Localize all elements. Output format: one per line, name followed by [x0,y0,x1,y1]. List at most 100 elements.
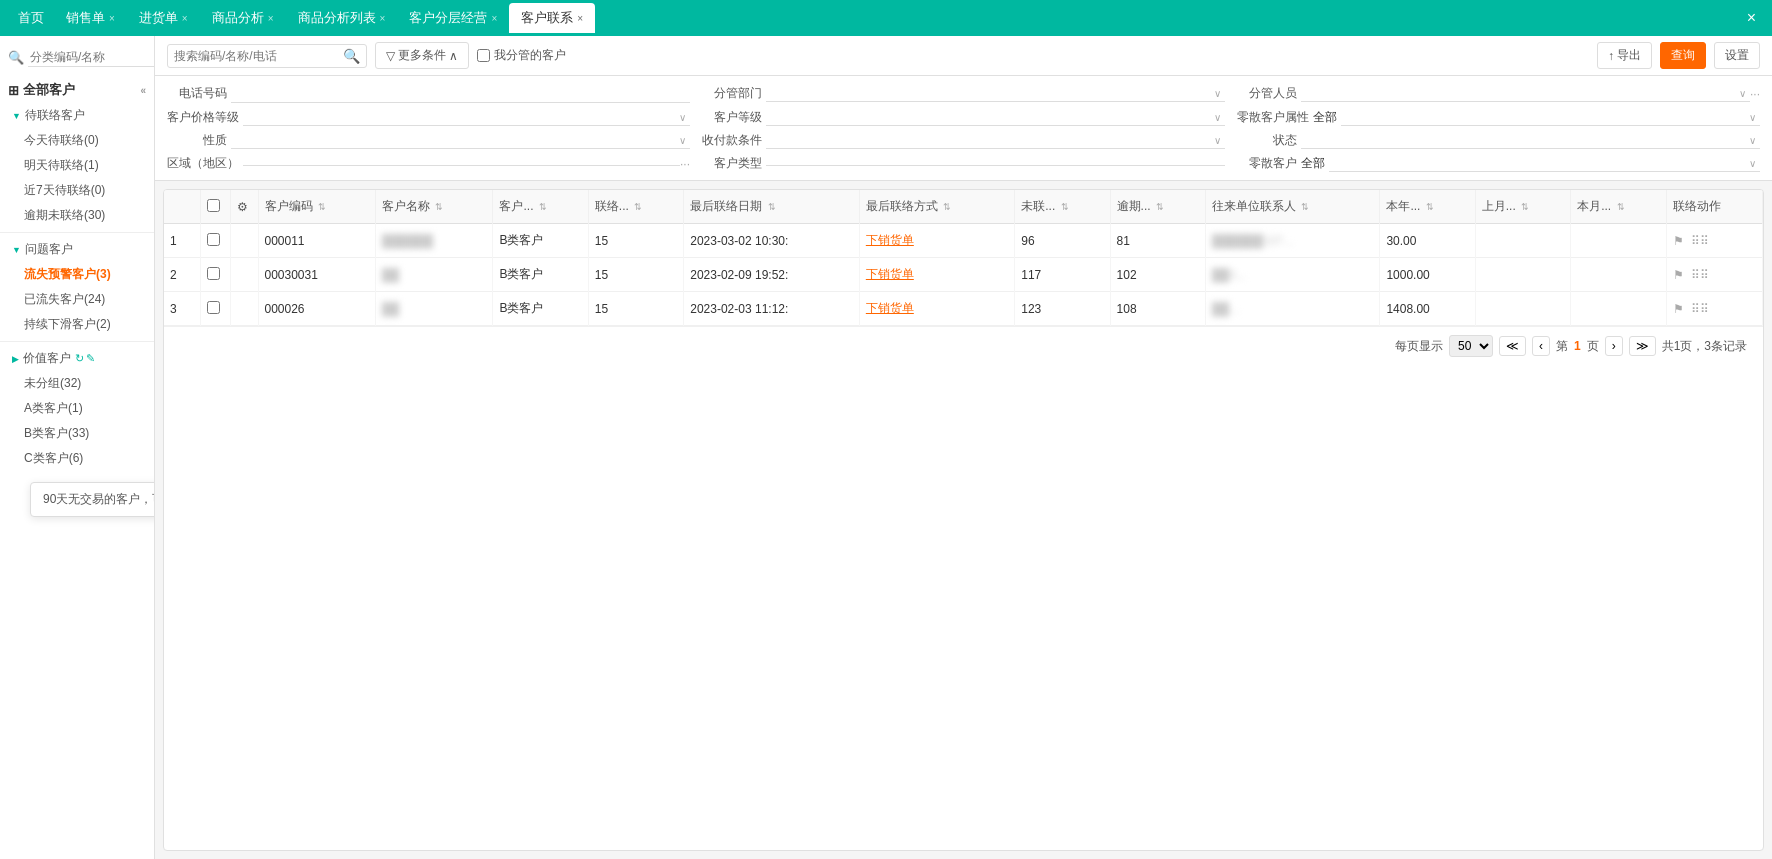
col-settings[interactable]: ⚙ [230,190,258,224]
sort-overdue-icon[interactable]: ⇅ [1156,202,1164,212]
sidebar-item-7days[interactable]: 近7天待联络(0) [0,178,154,203]
row-checkbox[interactable] [207,233,220,246]
region-dots[interactable]: ··· [680,157,690,171]
last-page-btn[interactable]: ≫ [1629,336,1656,356]
tab-customer-tier[interactable]: 客户分层经营 × [397,3,509,33]
sidebar-item-class-a[interactable]: A类客户(1) [0,396,154,421]
action-flag-icon[interactable]: ⚑ [1673,268,1684,282]
data-table-container: ⚙ 客户编码 ⇅ 客户名称 ⇅ 客户... ⇅ [163,189,1764,851]
sort-year-icon[interactable]: ⇅ [1426,202,1434,212]
home-tab[interactable]: 首页 [8,3,54,33]
filter-region: 区域（地区） ··· [167,155,690,172]
close-product-analysis-list-tab[interactable]: × [380,13,386,24]
sidebar-item-class-c[interactable]: C类客户(6) [0,446,154,471]
cell-last-method[interactable]: 下销货单 [859,258,1014,292]
sidebar-item-churn-warning[interactable]: 流失预警客户(3) [0,262,154,287]
select-all-checkbox[interactable] [207,199,220,212]
value-refresh-icon[interactable]: ↻ [75,352,84,365]
more-conditions-btn[interactable]: ▽ 更多条件 ∧ [375,42,469,69]
tab-purchase[interactable]: 进货单 × [127,3,200,33]
arrow-down-icon: ▼ [12,111,21,121]
sort-type-icon[interactable]: ⇅ [539,202,547,212]
close-customer-tier-tab[interactable]: × [491,13,497,24]
sidebar-all-customers[interactable]: ⊞ 全部客户 « [0,77,154,103]
row-checkbox[interactable] [207,301,220,314]
customer-level-select[interactable]: ∨ [766,110,1225,126]
action-more-icon[interactable]: ⠿⠿ [1691,234,1709,248]
dept-select[interactable]: ∨ [766,86,1225,102]
zero-attr-select[interactable]: ∨ [1341,110,1760,126]
sidebar-item-unclassified[interactable]: 未分组(32) [0,371,154,396]
cell-code: 00030031 [258,258,375,292]
tab-customer-contact[interactable]: 客户联系 × [509,3,595,33]
sort-name-icon[interactable]: ⇅ [435,202,443,212]
cell-action[interactable]: ⚑ ⠿⠿ [1666,292,1762,326]
tab-product-analysis[interactable]: 商品分析 × [200,3,286,33]
cell-action[interactable]: ⚑ ⠿⠿ [1666,224,1762,258]
my-customers-checkbox[interactable] [477,49,490,62]
sidebar-group-problem-title[interactable]: ▼ 问题客户 [0,237,154,262]
price-level-select[interactable]: ∨ [243,110,690,126]
action-more-icon[interactable]: ⠿⠿ [1691,268,1709,282]
gender-chevron-icon: ∨ [679,135,686,146]
next-page-btn[interactable]: › [1605,336,1623,356]
page-size-select[interactable]: 50 [1449,335,1493,357]
sidebar-item-today[interactable]: 今天待联络(0) [0,128,154,153]
sidebar-item-tomorrow[interactable]: 明天待联络(1) [0,153,154,178]
phone-input[interactable] [231,84,690,103]
cell-last-method[interactable]: 下销货单 [859,224,1014,258]
sort-uncontacted-icon[interactable]: ⇅ [1061,202,1069,212]
gender-select[interactable]: ∨ [231,133,690,149]
sort-contact-icon[interactable]: ⇅ [634,202,642,212]
close-sales-tab[interactable]: × [109,13,115,24]
first-page-btn[interactable]: ≪ [1499,336,1526,356]
cell-overdue: 108 [1110,292,1205,326]
tab-product-analysis-list[interactable]: 商品分析列表 × [286,3,398,33]
action-flag-icon[interactable]: ⚑ [1673,302,1684,316]
export-btn[interactable]: ↑ 导出 [1597,42,1652,69]
sidebar-item-class-b[interactable]: B类客户(33) [0,421,154,446]
value-edit-icon[interactable]: ✎ [86,352,95,365]
filter-panel: 电话号码 分管部门 ∨ 分管人员 ∨ ··· [155,76,1772,181]
region-select[interactable] [243,161,680,166]
person-select[interactable]: ∨ [1301,86,1750,102]
sidebar-search-input[interactable] [28,48,155,67]
customer-type-select[interactable] [766,161,1225,166]
tab-sales[interactable]: 销售单 × [54,3,127,33]
close-purchase-tab[interactable]: × [182,13,188,24]
sort-last-month-icon[interactable]: ⇅ [1521,202,1529,212]
window-close-btn[interactable]: × [1739,9,1764,27]
sidebar-item-overdue[interactable]: 逾期未联络(30) [0,203,154,228]
person-dots[interactable]: ··· [1750,87,1760,101]
sidebar: 🔍 ⊞ 全部客户 « ▼ 待联络客户 今天待联络(0) 明天待联络(1) 近7天… [0,36,155,859]
cell-last-date: 2023-02-09 19:52: [684,258,860,292]
zero-customer-select[interactable]: ∨ [1329,156,1760,172]
sidebar-item-churned[interactable]: 已流失客户(24) [0,287,154,312]
sort-unit-contact-icon[interactable]: ⇅ [1301,202,1309,212]
row-checkbox[interactable] [207,267,220,280]
close-customer-contact-tab[interactable]: × [577,13,583,24]
status-select[interactable]: ∨ [1301,133,1760,149]
action-flag-icon[interactable]: ⚑ [1673,234,1684,248]
sort-code-icon[interactable]: ⇅ [318,202,326,212]
search-icon[interactable]: 🔍 [343,48,360,64]
sidebar-group-pending-title[interactable]: ▼ 待联络客户 [0,103,154,128]
payment-select[interactable]: ∨ [766,133,1225,149]
sort-last-date-icon[interactable]: ⇅ [768,202,776,212]
cell-action[interactable]: ⚑ ⠿⠿ [1666,258,1762,292]
sidebar-group-value-title[interactable]: ▶ 价值客户 ↻ ✎ [0,346,154,371]
filter-row-4: 区域（地区） ··· 客户类型 零散客户 全部 [167,155,1760,172]
sort-last-method-icon[interactable]: ⇅ [943,202,951,212]
zero-customer-chevron-icon: ∨ [1749,158,1756,169]
action-more-icon[interactable]: ⠿⠿ [1691,302,1709,316]
cell-last-method[interactable]: 下销货单 [859,292,1014,326]
data-table: ⚙ 客户编码 ⇅ 客户名称 ⇅ 客户... ⇅ [164,190,1763,326]
sidebar-item-declining[interactable]: 持续下滑客户(2) [0,312,154,337]
settings-btn[interactable]: 设置 [1714,42,1760,69]
close-product-analysis-tab[interactable]: × [268,13,274,24]
query-btn[interactable]: 查询 [1660,42,1706,69]
table-row: 3 000026 ██ B类客户 15 2023-02-03 11:12: 下销… [164,292,1763,326]
prev-page-btn[interactable]: ‹ [1532,336,1550,356]
sort-this-month-icon[interactable]: ⇅ [1617,202,1625,212]
search-input[interactable] [174,49,343,63]
